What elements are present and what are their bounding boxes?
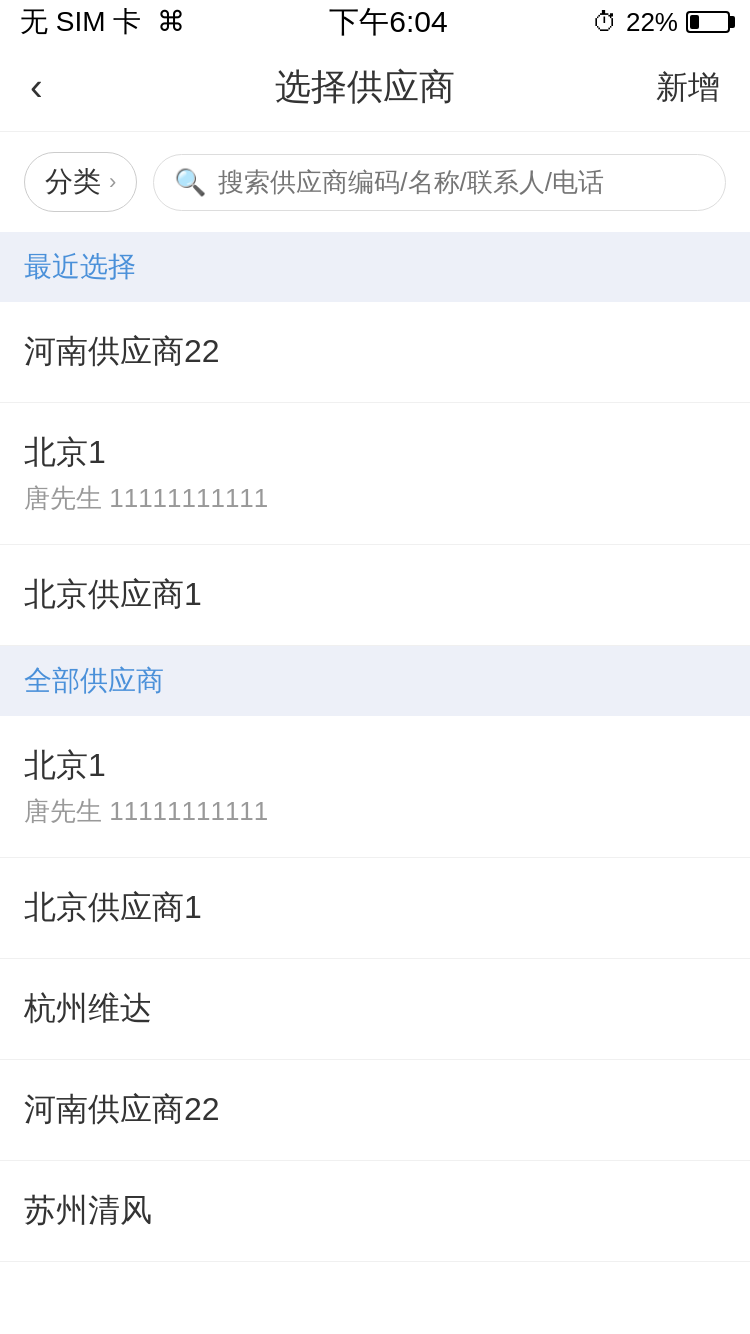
list-item[interactable]: 河南供应商22 [0,302,750,403]
list-item[interactable]: 北京1 唐先生 11111111111 [0,403,750,545]
item-sub: 唐先生 11111111111 [24,481,726,516]
list-item[interactable]: 北京1 唐先生 11111111111 [0,716,750,858]
recent-section-label: 最近选择 [24,251,136,282]
add-button[interactable]: 新增 [640,66,720,110]
recent-list: 河南供应商22 北京1 唐先生 11111111111 北京供应商1 [0,302,750,646]
battery-icon [686,11,730,33]
status-bar: 无 SIM 卡 ⌘ 下午6:04 ⏱ 22% [0,0,750,44]
item-name: 苏州清风 [24,1189,726,1233]
search-input[interactable] [218,167,705,198]
list-item[interactable]: 苏州清风 [0,1161,750,1262]
category-button[interactable]: 分类 › [24,152,137,212]
nav-bar: ‹ 选择供应商 新增 [0,44,750,132]
item-name: 河南供应商22 [24,1088,726,1132]
item-name: 北京供应商1 [24,573,726,617]
list-item[interactable]: 北京供应商1 [0,858,750,959]
battery-percent: 22% [626,7,678,38]
item-name: 北京1 [24,431,726,475]
category-chevron-icon: › [109,169,116,195]
status-time: 下午6:04 [329,2,447,43]
recent-section-header: 最近选择 [0,232,750,302]
status-right: ⏱ 22% [592,7,730,38]
search-area: 分类 › 🔍 [0,132,750,232]
location-icon: ⏱ [592,7,618,38]
item-sub: 唐先生 11111111111 [24,794,726,829]
all-section-label: 全部供应商 [24,665,164,696]
item-name: 北京1 [24,744,726,788]
page-title: 选择供应商 [275,63,455,112]
all-list: 北京1 唐先生 11111111111 北京供应商1 杭州维达河南供应商22 苏州清… [0,716,750,1262]
item-name: 杭州维达 [24,987,726,1031]
search-icon: 🔍 [174,167,206,198]
list-item[interactable]: 河南供应商22 [0,1060,750,1161]
search-input-wrap[interactable]: 🔍 [153,154,726,211]
back-button[interactable]: ‹ [30,66,90,109]
item-name: 北京供应商1 [24,886,726,930]
all-section-header: 全部供应商 [0,646,750,716]
list-item[interactable]: 北京供应商1 [0,545,750,646]
list-item[interactable]: 杭州维达 [0,959,750,1060]
item-name: 河南供应商22 [24,330,726,374]
status-left: 无 SIM 卡 ⌘ [20,3,185,41]
category-label: 分类 [45,163,101,201]
